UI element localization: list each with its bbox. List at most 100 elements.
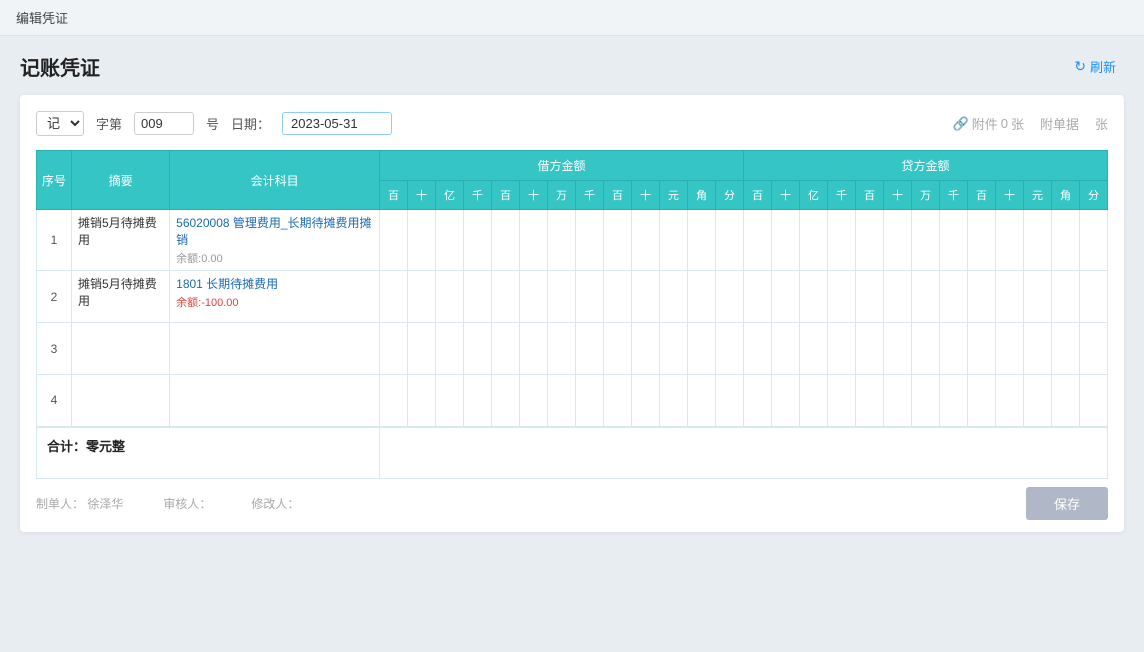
summary-1[interactable]: 摊销5月待摊费用 xyxy=(72,271,170,323)
amount-cell-2-5[interactable] xyxy=(519,323,547,375)
zi-hao-input[interactable] xyxy=(134,112,194,135)
amount-cell-0-3[interactable] xyxy=(463,210,491,271)
amount-cell-0-1[interactable] xyxy=(407,210,435,271)
amount-cell-1-6[interactable] xyxy=(547,271,575,323)
amount-cell-1-7[interactable] xyxy=(575,271,603,323)
amount-cell-1-1[interactable] xyxy=(407,271,435,323)
amount-cell-0-9[interactable] xyxy=(631,210,659,271)
amount-cell-1-10[interactable] xyxy=(659,271,687,323)
amount-cell-0-5[interactable] xyxy=(519,210,547,271)
amount-cell-2-8[interactable] xyxy=(603,323,631,375)
amount-cell-1-5[interactable] xyxy=(519,271,547,323)
amount-cell-2-13[interactable] xyxy=(743,323,771,375)
amount-cell-2-22[interactable] xyxy=(995,323,1023,375)
amount-cell-2-16[interactable] xyxy=(827,323,855,375)
amount-cell-0-14[interactable] xyxy=(771,210,799,271)
amount-cell-0-22[interactable] xyxy=(995,210,1023,271)
amount-cell-2-21[interactable] xyxy=(967,323,995,375)
amount-cell-3-6[interactable] xyxy=(547,375,575,427)
amount-cell-1-21[interactable] xyxy=(967,271,995,323)
amount-cell-0-11[interactable] xyxy=(687,210,715,271)
amount-cell-0-4[interactable] xyxy=(491,210,519,271)
amount-cell-1-22[interactable] xyxy=(995,271,1023,323)
amount-cell-3-21[interactable] xyxy=(967,375,995,427)
amount-cell-2-6[interactable] xyxy=(547,323,575,375)
amount-cell-3-2[interactable] xyxy=(435,375,463,427)
amount-cell-1-4[interactable] xyxy=(491,271,519,323)
amount-cell-3-15[interactable] xyxy=(799,375,827,427)
amount-cell-1-15[interactable] xyxy=(799,271,827,323)
amount-cell-0-7[interactable] xyxy=(575,210,603,271)
amount-cell-2-14[interactable] xyxy=(771,323,799,375)
amount-cell-3-4[interactable] xyxy=(491,375,519,427)
amount-cell-3-17[interactable] xyxy=(855,375,883,427)
type-select[interactable]: 记 xyxy=(36,111,84,136)
refresh-button[interactable]: ↻ 刷新 xyxy=(1066,53,1124,80)
amount-cell-2-24[interactable] xyxy=(1051,323,1079,375)
amount-cell-0-18[interactable] xyxy=(883,210,911,271)
amount-cell-2-12[interactable] xyxy=(715,323,743,375)
amount-cell-3-20[interactable] xyxy=(939,375,967,427)
amount-cell-3-25[interactable] xyxy=(1079,375,1107,427)
amount-cell-1-2[interactable] xyxy=(435,271,463,323)
amount-cell-2-3[interactable] xyxy=(463,323,491,375)
amount-cell-2-23[interactable] xyxy=(1023,323,1051,375)
amount-cell-0-24[interactable] xyxy=(1051,210,1079,271)
amount-cell-2-20[interactable] xyxy=(939,323,967,375)
amount-cell-1-17[interactable] xyxy=(855,271,883,323)
amount-cell-3-23[interactable] xyxy=(1023,375,1051,427)
amount-cell-3-0[interactable] xyxy=(379,375,407,427)
amount-cell-0-2[interactable] xyxy=(435,210,463,271)
amount-cell-0-15[interactable] xyxy=(799,210,827,271)
amount-cell-1-8[interactable] xyxy=(603,271,631,323)
amount-cell-0-25[interactable] xyxy=(1079,210,1107,271)
amount-cell-2-9[interactable] xyxy=(631,323,659,375)
amount-cell-2-7[interactable] xyxy=(575,323,603,375)
amount-cell-0-10[interactable] xyxy=(659,210,687,271)
summary-2[interactable] xyxy=(72,323,170,375)
amount-cell-3-22[interactable] xyxy=(995,375,1023,427)
amount-cell-1-20[interactable] xyxy=(939,271,967,323)
amount-cell-3-19[interactable] xyxy=(911,375,939,427)
account-3[interactable] xyxy=(170,375,380,427)
amount-cell-3-5[interactable] xyxy=(519,375,547,427)
amount-cell-3-11[interactable] xyxy=(687,375,715,427)
fj-button[interactable]: 附单据 xyxy=(1040,114,1079,133)
amount-cell-1-16[interactable] xyxy=(827,271,855,323)
amount-cell-0-8[interactable] xyxy=(603,210,631,271)
amount-cell-0-13[interactable] xyxy=(743,210,771,271)
amount-cell-0-19[interactable] xyxy=(911,210,939,271)
amount-cell-1-13[interactable] xyxy=(743,271,771,323)
amount-cell-0-21[interactable] xyxy=(967,210,995,271)
amount-cell-0-6[interactable] xyxy=(547,210,575,271)
amount-cell-3-10[interactable] xyxy=(659,375,687,427)
amount-cell-1-23[interactable] xyxy=(1023,271,1051,323)
amount-cell-1-18[interactable] xyxy=(883,271,911,323)
amount-cell-2-0[interactable] xyxy=(379,323,407,375)
amount-cell-1-3[interactable] xyxy=(463,271,491,323)
amount-cell-1-25[interactable] xyxy=(1079,271,1107,323)
amount-cell-3-1[interactable] xyxy=(407,375,435,427)
date-input[interactable] xyxy=(282,112,392,135)
account-2[interactable] xyxy=(170,323,380,375)
amount-cell-2-4[interactable] xyxy=(491,323,519,375)
attachment-link[interactable]: 🔗 附件 0 张 xyxy=(953,114,1024,133)
summary-0[interactable]: 摊销5月待摊费用 xyxy=(72,210,170,271)
amount-cell-3-9[interactable] xyxy=(631,375,659,427)
amount-cell-1-11[interactable] xyxy=(687,271,715,323)
amount-cell-0-0[interactable] xyxy=(379,210,407,271)
amount-cell-2-1[interactable] xyxy=(407,323,435,375)
amount-cell-0-17[interactable] xyxy=(855,210,883,271)
amount-cell-2-19[interactable] xyxy=(911,323,939,375)
amount-cell-0-23[interactable] xyxy=(1023,210,1051,271)
amount-cell-1-24[interactable] xyxy=(1051,271,1079,323)
amount-cell-1-0[interactable] xyxy=(379,271,407,323)
account-0[interactable]: 56020008 管理费用_长期待摊费用摊销余额:0.00 xyxy=(170,210,380,271)
amount-cell-3-18[interactable] xyxy=(883,375,911,427)
amount-cell-2-10[interactable] xyxy=(659,323,687,375)
amount-cell-2-2[interactable] xyxy=(435,323,463,375)
amount-cell-1-9[interactable] xyxy=(631,271,659,323)
amount-cell-2-17[interactable] xyxy=(855,323,883,375)
amount-cell-1-14[interactable] xyxy=(771,271,799,323)
amount-cell-2-15[interactable] xyxy=(799,323,827,375)
